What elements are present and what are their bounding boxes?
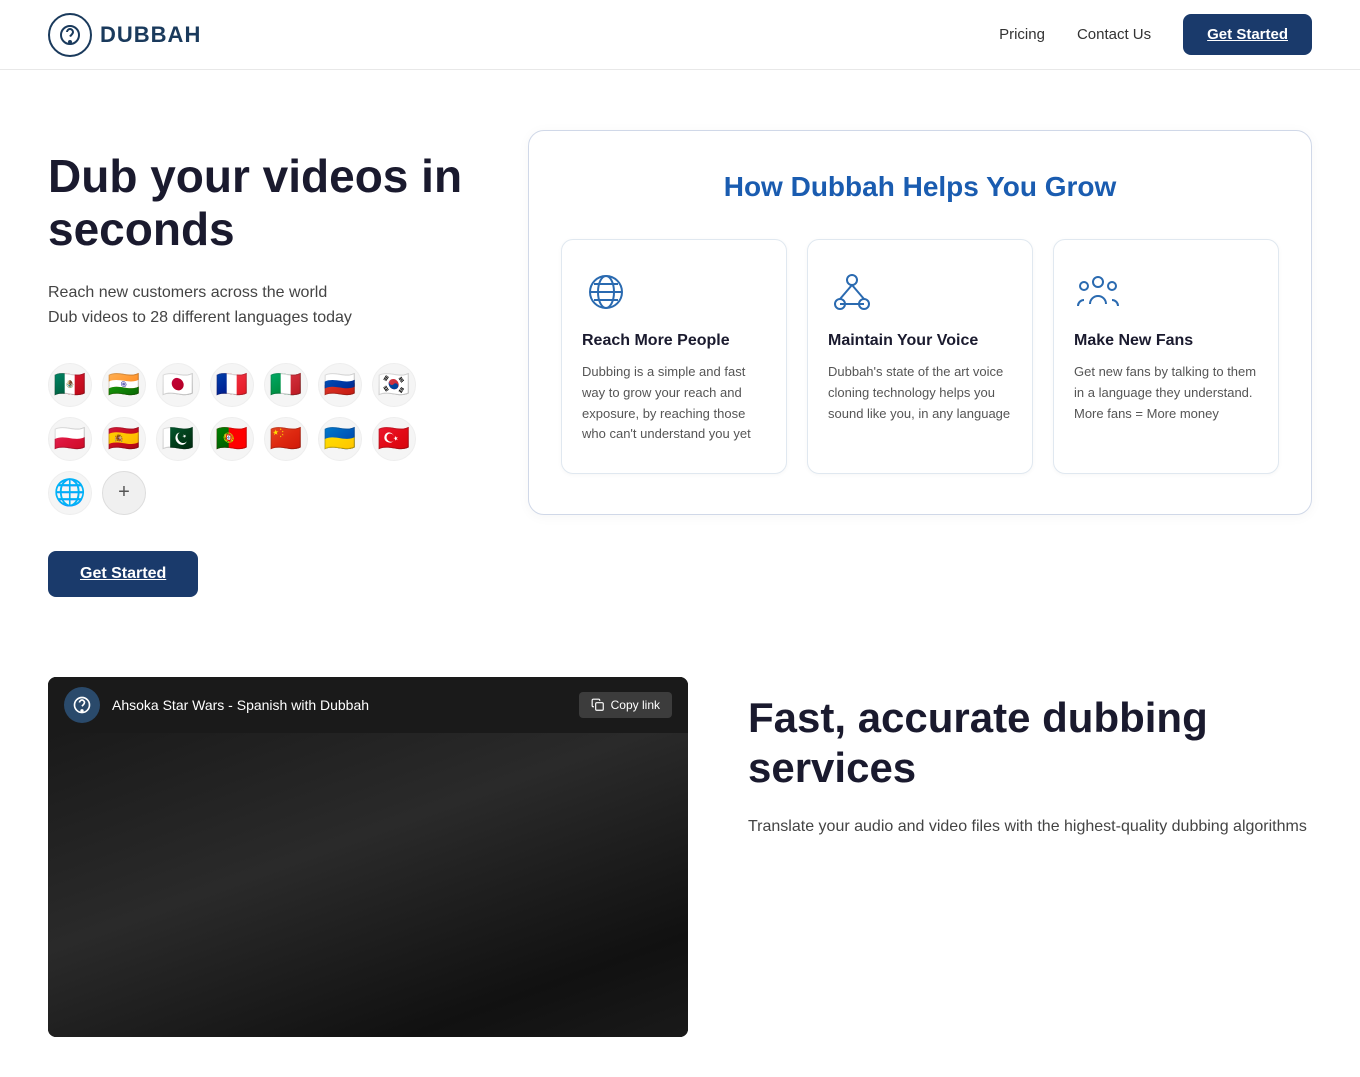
navbar: DUBBAH Pricing Contact Us Get Started [0, 0, 1360, 70]
nav-contact[interactable]: Contact Us [1077, 26, 1151, 43]
copy-link-button[interactable]: Copy link [579, 692, 672, 718]
nav-links: Pricing Contact Us Get Started [999, 14, 1312, 55]
flag-china: 🇨🇳 [264, 417, 308, 461]
logo-area[interactable]: DUBBAH [48, 13, 201, 57]
flag-france: 🇫🇷 [210, 363, 254, 407]
hero-subtitle-line1: Reach new customers across the world [48, 280, 488, 306]
hero-subtitle-line2: Dub videos to 28 different languages tod… [48, 305, 488, 331]
hero-get-started-button[interactable]: Get Started [48, 551, 198, 597]
feature-fans: Make New Fans Get new fans by talking to… [1053, 239, 1279, 474]
info-card-title-accent: Helps You Grow [903, 171, 1117, 202]
video-placeholder [48, 733, 688, 1037]
feature-voice-desc: Dubbah's state of the art voice cloning … [828, 362, 1012, 424]
video-body [48, 733, 688, 1037]
hero-section: Dub your videos in seconds Reach new cus… [0, 70, 1360, 637]
info-card-title-plain: How Dubbah [724, 171, 903, 202]
bottom-right: Fast, accurate dubbing services Translat… [748, 677, 1312, 839]
flag-spain: 🇪🇸 [102, 417, 146, 461]
nav-get-started-button[interactable]: Get Started [1183, 14, 1312, 55]
bottom-section-title: Fast, accurate dubbing services [748, 693, 1312, 794]
video-title: Ahsoka Star Wars - Spanish with Dubbah [112, 697, 369, 713]
feature-voice-title: Maintain Your Voice [828, 332, 1012, 350]
flag-more-button[interactable]: + [102, 471, 146, 515]
logo-icon [48, 13, 92, 57]
flag-ukraine: 🇺🇦 [318, 417, 362, 461]
flag-pakistan: 🇵🇰 [156, 417, 200, 461]
network-icon [828, 268, 1012, 316]
flag-italy: 🇮🇹 [264, 363, 308, 407]
feature-voice: Maintain Your Voice Dubbah's state of th… [807, 239, 1033, 474]
bottom-section: Ahsoka Star Wars - Spanish with Dubbah C… [0, 637, 1360, 1077]
feature-fans-title: Make New Fans [1074, 332, 1258, 350]
copy-link-label: Copy link [611, 698, 660, 712]
hero-subtitle: Reach new customers across the world Dub… [48, 280, 488, 331]
flag-other: 🌐 [48, 471, 92, 515]
hero-left: Dub your videos in seconds Reach new cus… [48, 130, 488, 597]
features-grid: Reach More People Dubbing is a simple an… [561, 239, 1279, 474]
flags-grid: 🇲🇽 🇮🇳 🇯🇵 🇫🇷 🇮🇹 🇷🇺 🇰🇷 🇵🇱 🇪🇸 🇵🇰 🇵🇹 🇨🇳 🇺🇦 🇹… [48, 363, 488, 515]
flag-japan: 🇯🇵 [156, 363, 200, 407]
flag-portugal: 🇵🇹 [210, 417, 254, 461]
people-icon [1074, 268, 1258, 316]
feature-reach-desc: Dubbing is a simple and fast way to grow… [582, 362, 766, 445]
video-container[interactable]: Ahsoka Star Wars - Spanish with Dubbah C… [48, 677, 688, 1037]
info-card-title: How Dubbah Helps You Grow [561, 171, 1279, 203]
info-card: How Dubbah Helps You Grow Reach More Peo… [528, 130, 1312, 515]
flag-turkey: 🇹🇷 [372, 417, 416, 461]
feature-reach: Reach More People Dubbing is a simple an… [561, 239, 787, 474]
logo-text: DUBBAH [100, 22, 201, 48]
nav-pricing[interactable]: Pricing [999, 26, 1045, 43]
feature-reach-title: Reach More People [582, 332, 766, 350]
video-logo [64, 687, 100, 723]
flag-russia: 🇷🇺 [318, 363, 362, 407]
globe-icon [582, 268, 766, 316]
hero-title: Dub your videos in seconds [48, 150, 488, 256]
flag-korea: 🇰🇷 [372, 363, 416, 407]
bottom-section-desc: Translate your audio and video files wit… [748, 814, 1312, 840]
video-header: Ahsoka Star Wars - Spanish with Dubbah C… [48, 677, 688, 733]
feature-fans-desc: Get new fans by talking to them in a lan… [1074, 362, 1258, 424]
flag-india: 🇮🇳 [102, 363, 146, 407]
flag-mexico: 🇲🇽 [48, 363, 92, 407]
flag-poland: 🇵🇱 [48, 417, 92, 461]
